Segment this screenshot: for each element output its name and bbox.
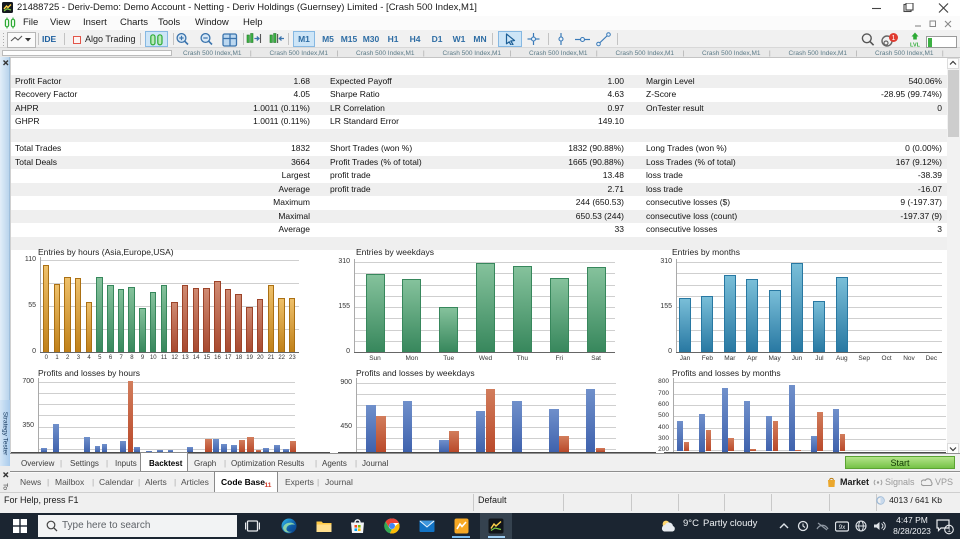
svg-text:1: 1 (892, 35, 896, 42)
svg-text:LVL: LVL (910, 43, 921, 48)
svg-text:9x: 9x (839, 524, 847, 531)
svg-text:1: 1 (947, 527, 951, 534)
